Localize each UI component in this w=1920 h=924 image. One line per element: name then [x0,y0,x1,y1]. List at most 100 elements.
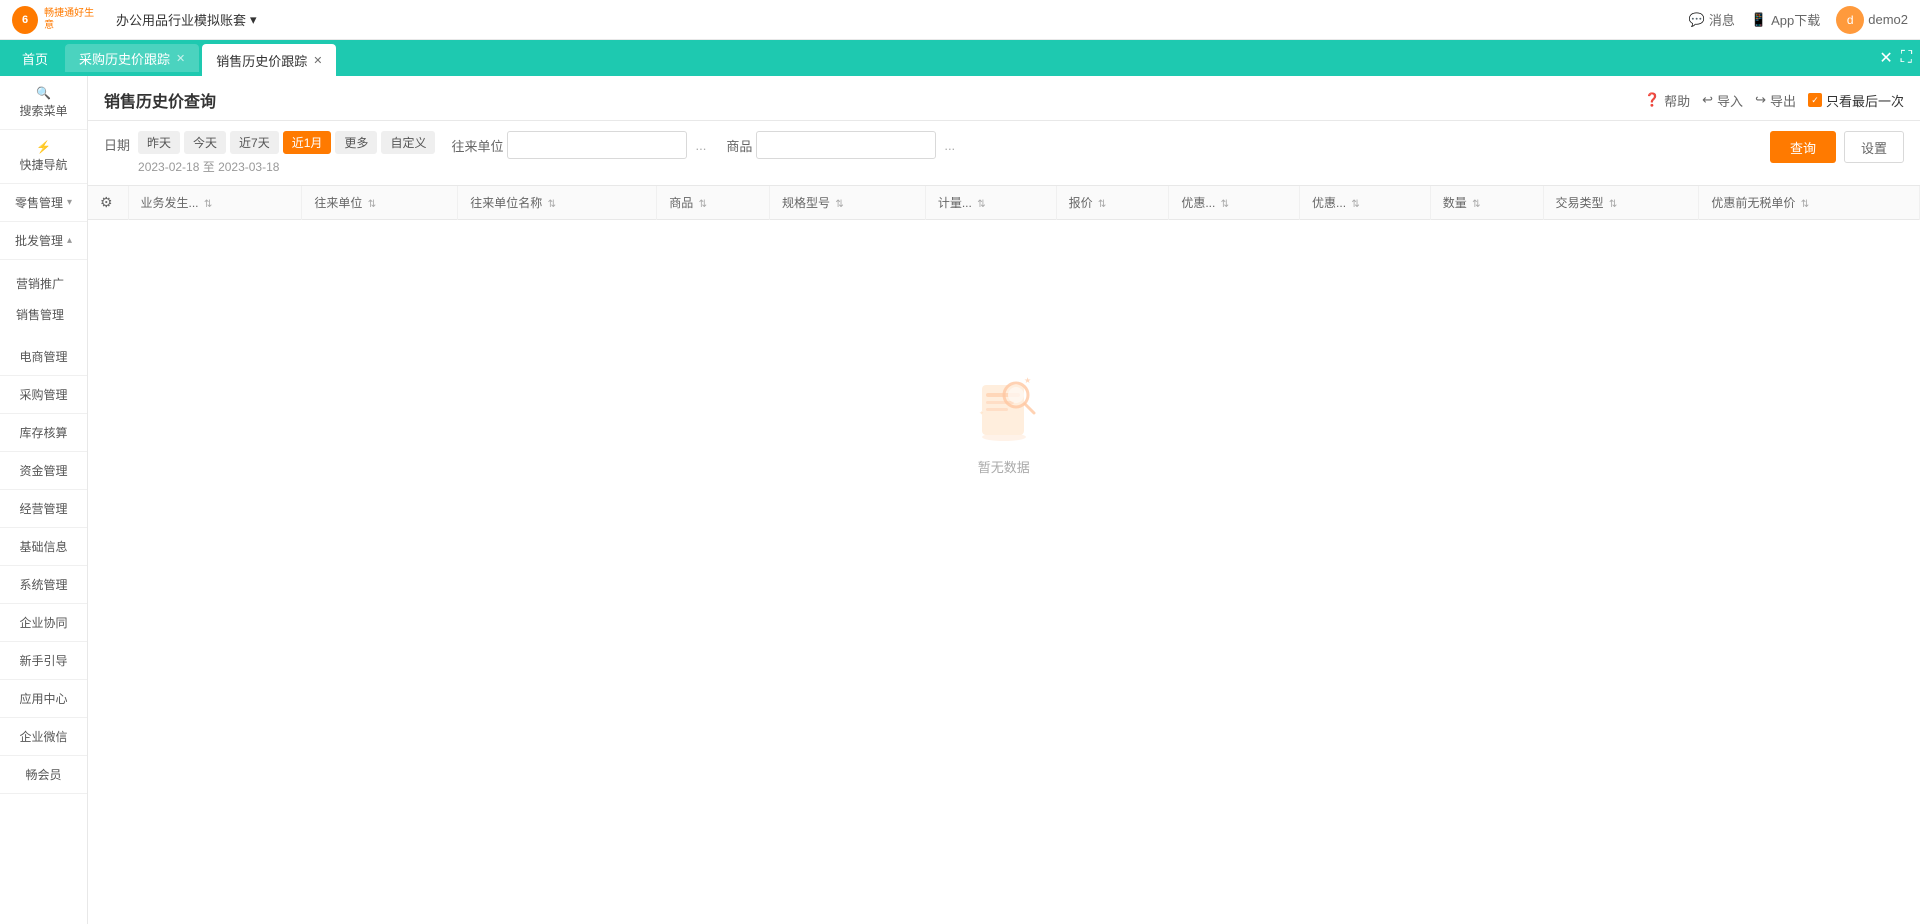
sidebar-item-ecommerce[interactable]: 电商管理 [0,338,87,376]
date-filter-group: 日期 昨天 今天 近7天 近1月 更多 自定义 2023-02-18 至 202… [104,131,435,175]
sidebar-item-enterprise-collab-label: 企业协同 [19,614,67,631]
sidebar-item-wholesale-mgmt-label: 批发管理 [15,232,63,249]
data-table: ⚙ 业务发生... ⇅ 往来单位 ⇅ 往来单位名称 ⇅ [88,186,1920,620]
user-profile[interactable]: d demo2 [1836,6,1908,34]
sidebar-item-purchase[interactable]: 采购管理 [0,376,87,414]
sidebar-item-basic-info-label: 基础信息 [19,538,67,555]
sidebar-item-purchase-label: 采购管理 [19,386,67,403]
date-btn-7days[interactable]: 近7天 [230,131,279,154]
date-btn-more[interactable]: 更多 [335,131,377,154]
table-col-pretax-price-label: 优惠前无税单价 [1711,196,1795,210]
date-filter-label: 日期 [104,131,130,154]
table-col-counterparty-name[interactable]: 往来单位名称 ⇅ [458,186,657,220]
table-col-biz-date-label: 业务发生... [141,196,199,210]
date-btn-1month[interactable]: 近1月 [283,131,332,154]
sidebar-item-quick-nav-label: 快捷导航 [19,156,67,173]
chevron-down-icon: ▾ [67,197,72,208]
tab-close-all-icon[interactable]: ✕ [1879,48,1892,68]
app-selector-label: 办公用品行业模拟账套 [116,10,246,29]
app-selector[interactable]: 办公用品行业模拟账套 ▾ [108,6,265,33]
table-col-trade-type-label: 交易类型 [1556,196,1604,210]
svg-text:★: ★ [1024,376,1031,385]
show-last-only-label: 只看最后一次 [1826,91,1904,110]
sidebar-item-finance[interactable]: 资金管理 [0,452,87,490]
table-col-discount2[interactable]: 优惠... ⇅ [1300,186,1431,220]
table-col-trade-type[interactable]: 交易类型 ⇅ [1543,186,1699,220]
tab-purchase-history-label: 采购历史价跟踪 [79,49,170,68]
table-body: ★ ✦ 暂无数据 [88,220,1920,621]
date-btn-yesterday[interactable]: 昨天 [138,131,180,154]
product-input[interactable] [756,131,936,159]
sidebar-item-quick-nav[interactable]: ⚡ 快捷导航 [0,130,87,184]
table-col-pretax-price[interactable]: 优惠前无税单价 ⇅ [1699,186,1920,220]
sidebar-item-enterprise-collab[interactable]: 企业协同 [0,604,87,642]
date-btn-custom[interactable]: 自定义 [381,131,435,154]
sort-icon: ⇅ [204,199,212,210]
message-button[interactable]: 💬 消息 [1689,10,1735,29]
table-col-quantity[interactable]: 数量 ⇅ [1430,186,1543,220]
table-col-spec[interactable]: 规格型号 ⇅ [769,186,925,220]
sort-icon: ⇅ [1472,199,1480,210]
tab-home[interactable]: 首页 [8,44,62,72]
sidebar-item-marketing-label: 营销推广 [16,275,64,292]
sidebar-item-inventory[interactable]: 库存核算 [0,414,87,452]
sidebar-item-membership[interactable]: 畅会员 [0,756,87,794]
import-label: 导入 [1717,91,1743,110]
table-col-quote-label: 报价 [1069,196,1093,210]
sidebar-item-membership-label: 畅会员 [25,766,61,783]
table-col-unit[interactable]: 计量... ⇅ [925,186,1056,220]
sort-icon: ⇅ [1351,199,1359,210]
sidebar-item-ecommerce-label: 电商管理 [19,348,67,365]
table-col-quote[interactable]: 报价 ⇅ [1056,186,1169,220]
export-button[interactable]: ↪ 导出 [1755,91,1796,110]
import-button[interactable]: ↩ 导入 [1702,91,1743,110]
sidebar-item-enterprise-wechat-label: 企业微信 [19,728,67,745]
sidebar-item-marketing[interactable]: 营销推广 [0,268,87,299]
product-filter: 商品 ... [726,131,959,159]
date-btn-today[interactable]: 今天 [184,131,226,154]
sort-icon: ⇅ [699,199,707,210]
sidebar-item-retail-mgmt-label: 零售管理 [15,194,63,211]
checkbox-icon: ✓ [1808,93,1822,107]
sort-icon: ⇅ [1221,199,1229,210]
sidebar-item-onboarding[interactable]: 新手引导 [0,642,87,680]
settings-icon[interactable]: ⚙ [100,194,113,210]
sidebar-item-wholesale-mgmt[interactable]: 批发管理 ▴ [0,222,87,260]
chevron-down-icon: ▾ [250,12,257,28]
app-download-button[interactable]: 📱 App下载 [1751,10,1820,29]
tab-home-label: 首页 [22,49,48,68]
sidebar-item-retail-mgmt[interactable]: 零售管理 ▾ [0,184,87,222]
show-last-only-checkbox[interactable]: ✓ 只看最后一次 [1808,91,1904,110]
sidebar-item-basic-info[interactable]: 基础信息 [0,528,87,566]
settings-button[interactable]: 设置 [1844,131,1904,163]
export-label: 导出 [1770,91,1796,110]
help-label: 帮助 [1664,91,1690,110]
sidebar-item-search-menu[interactable]: 🔍 搜索菜单 [0,76,87,130]
table-col-discount1[interactable]: 优惠... ⇅ [1169,186,1300,220]
table-header: ⚙ 业务发生... ⇅ 往来单位 ⇅ 往来单位名称 ⇅ [88,186,1920,220]
table-col-biz-date[interactable]: 业务发生... ⇅ [128,186,302,220]
table-col-counterparty-label: 往来单位 [314,196,362,210]
app-download-label: App下载 [1771,10,1820,29]
page-header: 销售历史价查询 ❓ 帮助 ↩ 导入 ↪ 导出 ✓ 只看最后一次 [88,76,1920,121]
tab-fullscreen-icon[interactable]: ⛶ [1901,49,1912,67]
counterparty-input[interactable] [507,131,687,159]
date-filter-dates: 昨天 今天 近7天 近1月 更多 自定义 2023-02-18 至 2023-0… [138,131,435,175]
top-bar: 6 畅捷通好生意 办公用品行业模拟账套 ▾ 💬 消息 📱 App下载 d dem… [0,0,1920,40]
top-bar-right: 💬 消息 📱 App下载 d demo2 [1689,6,1908,34]
tab-sales-history-close[interactable]: ✕ [313,54,322,67]
sidebar-item-enterprise-wechat[interactable]: 企业微信 [0,718,87,756]
help-button[interactable]: ❓ 帮助 [1644,91,1690,110]
table-col-product-label: 商品 [669,196,693,210]
sidebar-item-sales-mgmt[interactable]: 销售管理 [0,299,87,330]
table-col-product[interactable]: 商品 ⇅ [657,186,770,220]
table-col-settings: ⚙ [88,186,128,220]
tab-purchase-history-close[interactable]: ✕ [176,52,185,65]
table-col-counterparty[interactable]: 往来单位 ⇅ [302,186,458,220]
sidebar-item-system[interactable]: 系统管理 [0,566,87,604]
tab-purchase-history[interactable]: 采购历史价跟踪 ✕ [65,44,199,72]
sidebar-item-ops[interactable]: 经营管理 [0,490,87,528]
tab-sales-history[interactable]: 销售历史价跟踪 ✕ [202,44,336,76]
query-button[interactable]: 查询 [1770,131,1836,163]
sidebar-item-app-center[interactable]: 应用中心 [0,680,87,718]
